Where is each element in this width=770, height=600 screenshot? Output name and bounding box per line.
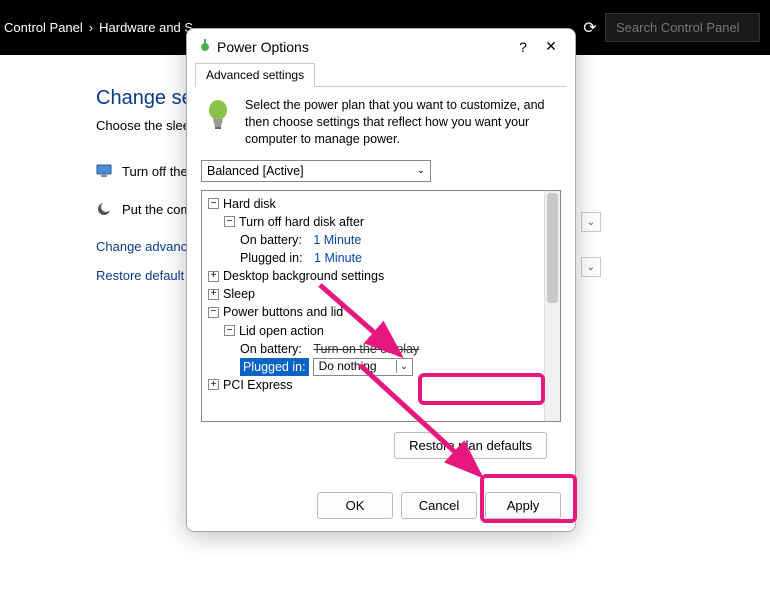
- crumb-hardware[interactable]: Hardware and S: [99, 20, 193, 35]
- plugged-in-action-select[interactable]: Do nothing ⌄: [313, 358, 413, 376]
- on-battery-label-2: On battery:: [240, 340, 302, 358]
- power-plan-icon: [201, 97, 235, 131]
- tree-pci[interactable]: PCI Express: [223, 376, 292, 394]
- refresh-icon[interactable]: ⟳: [575, 18, 605, 38]
- intro-text: Select the power plan that you want to c…: [245, 97, 561, 148]
- plugged-in-label-selected[interactable]: Plugged in:: [240, 358, 309, 376]
- plugged-in-value[interactable]: 1 Minute: [314, 249, 362, 267]
- chevron-right-icon: ›: [89, 20, 93, 35]
- restore-defaults-button[interactable]: Restore plan defaults: [394, 432, 547, 459]
- collapse-icon[interactable]: −: [208, 198, 219, 209]
- plugged-in-label: Plugged in:: [240, 249, 303, 267]
- row-label: Put the com: [122, 202, 191, 217]
- crumb-control-panel[interactable]: Control Panel: [4, 20, 83, 35]
- tree-scrollbar[interactable]: [544, 191, 560, 421]
- ok-button[interactable]: OK: [317, 492, 393, 519]
- power-icon: [197, 37, 213, 56]
- plan-select[interactable]: Balanced [Active] ⌄: [201, 160, 431, 182]
- cancel-button[interactable]: Cancel: [401, 492, 477, 519]
- on-battery-label: On battery:: [240, 231, 302, 249]
- select-value: Do nothing: [314, 358, 396, 375]
- close-button[interactable]: ✕: [537, 38, 565, 55]
- moon-icon: [96, 201, 112, 217]
- expand-icon[interactable]: +: [208, 289, 219, 300]
- dropdown-arrow-icon[interactable]: ⌄: [581, 212, 601, 232]
- expand-icon[interactable]: +: [208, 379, 219, 390]
- collapse-icon[interactable]: −: [224, 216, 235, 227]
- power-options-dialog: Power Options ? ✕ Advanced settings Sele…: [186, 28, 576, 532]
- plan-value: Balanced [Active]: [207, 164, 304, 178]
- tree-hard-disk[interactable]: Hard disk: [223, 195, 276, 213]
- on-battery-value-2[interactable]: Turn on the display: [313, 340, 419, 358]
- tree-desktop-bg[interactable]: Desktop background settings: [223, 267, 384, 285]
- settings-tree[interactable]: −Hard disk −Turn off hard disk after On …: [202, 191, 544, 421]
- monitor-icon: [96, 163, 112, 179]
- expand-icon[interactable]: +: [208, 271, 219, 282]
- chevron-down-icon: ⌄: [396, 360, 412, 373]
- scrollbar-thumb[interactable]: [547, 193, 558, 303]
- dialog-title: Power Options: [217, 39, 509, 55]
- help-button[interactable]: ?: [509, 39, 537, 55]
- collapse-icon[interactable]: −: [208, 307, 219, 318]
- tree-power-buttons[interactable]: Power buttons and lid: [223, 303, 343, 321]
- dropdown-arrow-icon[interactable]: ⌄: [581, 257, 601, 277]
- tree-sleep[interactable]: Sleep: [223, 285, 255, 303]
- tree-turn-off-hd[interactable]: Turn off hard disk after: [239, 213, 364, 231]
- on-battery-value[interactable]: 1 Minute: [313, 231, 361, 249]
- chevron-down-icon: ⌄: [417, 165, 425, 176]
- row-label: Turn off the: [122, 164, 188, 179]
- tab-advanced[interactable]: Advanced settings: [195, 63, 315, 87]
- apply-button[interactable]: Apply: [485, 492, 561, 519]
- search-input[interactable]: [605, 13, 760, 42]
- collapse-icon[interactable]: −: [224, 325, 235, 336]
- tree-lid-open[interactable]: Lid open action: [239, 322, 324, 340]
